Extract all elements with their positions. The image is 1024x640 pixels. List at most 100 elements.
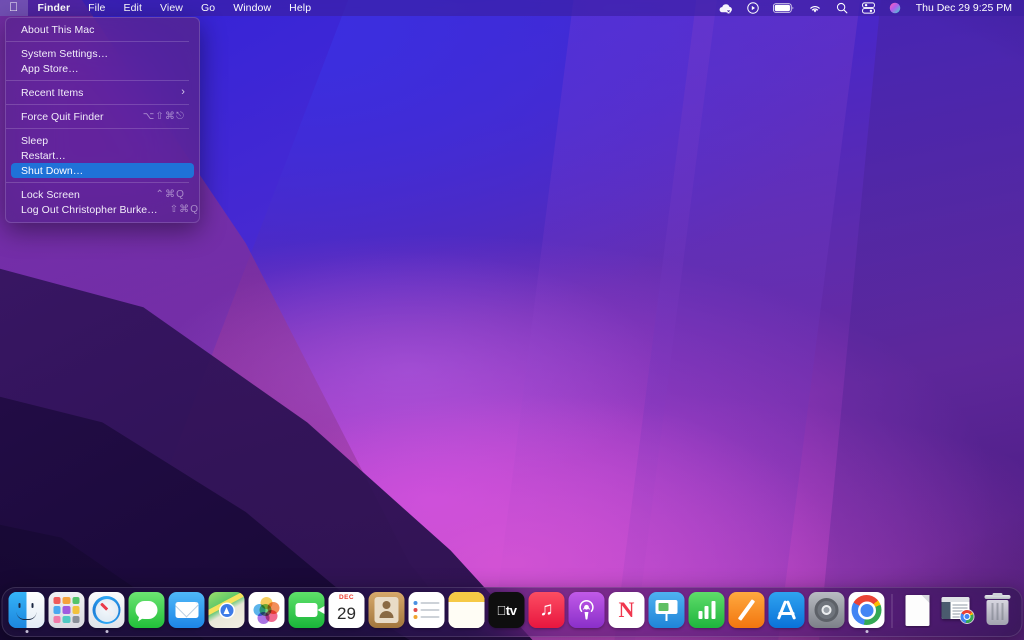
spotlight-search-icon[interactable] [829, 0, 855, 16]
running-indicator [465, 630, 468, 633]
reminders-icon [408, 592, 445, 628]
calendar-icon: DEC 29 [328, 592, 365, 628]
trash-icon [980, 592, 1016, 628]
menu-item-label: App Store… [21, 62, 79, 75]
calendar-month-label: DEC [328, 592, 365, 601]
running-indicator [745, 630, 748, 633]
dock-item-safari[interactable] [88, 592, 126, 633]
menu-file[interactable]: File [79, 0, 114, 16]
dock-item-downloads-stack[interactable] [939, 592, 977, 633]
dock-item-reminders[interactable] [408, 592, 446, 633]
dock-item-pages[interactable] [728, 592, 766, 633]
running-indicator [785, 630, 788, 633]
apple-tv-wordmark: tv [496, 602, 517, 618]
now-playing-icon[interactable] [740, 0, 766, 16]
menu-bar:  Finder File Edit View Go Window Help [0, 0, 1024, 16]
running-indicator [916, 630, 919, 633]
dock-item-podcasts[interactable] [568, 592, 606, 633]
menu-item-system-settings[interactable]: System Settings… [11, 46, 194, 61]
dock-item-chrome[interactable] [848, 592, 886, 633]
siri-icon[interactable] [882, 0, 908, 16]
dock-item-document-file[interactable] [899, 592, 937, 633]
dock-item-system-settings[interactable] [808, 592, 846, 633]
launchpad-icon [48, 592, 85, 628]
menu-window[interactable]: Window [224, 0, 280, 16]
running-indicator [665, 630, 668, 633]
safari-icon [88, 592, 125, 628]
dock-item-maps[interactable] [208, 592, 246, 633]
dock-item-keynote[interactable] [648, 592, 686, 633]
apple-menu-button[interactable]:  [0, 0, 29, 16]
menu-item-label: Shut Down… [21, 164, 84, 177]
running-indicator [545, 630, 548, 633]
menu-item-shortcut: ⌃⌘Q [155, 189, 185, 200]
dock-item-photos[interactable] [248, 592, 286, 633]
dock-item-tv[interactable]: tv [488, 592, 526, 633]
system-settings-icon [808, 592, 845, 628]
running-indicator [385, 630, 388, 633]
menu-item-restart[interactable]: Restart… [11, 148, 194, 163]
dock-item-contacts[interactable] [368, 592, 406, 633]
control-center-icon[interactable] [855, 0, 882, 16]
contacts-icon [368, 592, 405, 628]
calendar-day-label: 29 [337, 604, 356, 623]
menu-item-shut-down[interactable]: Shut Down… [11, 163, 194, 178]
numbers-icon [688, 592, 725, 628]
running-indicator [956, 630, 959, 633]
menu-separator [6, 182, 189, 183]
menu-item-label: Recent Items [21, 86, 84, 99]
dock-item-launchpad[interactable] [48, 592, 86, 633]
menu-separator [6, 128, 189, 129]
dock-item-mail[interactable] [168, 592, 206, 633]
mail-icon [168, 592, 205, 628]
running-indicator [425, 630, 428, 633]
menu-item-force-quit-finder[interactable]: Force Quit Finder ⌥⇧⌘⎋ [11, 109, 194, 124]
menu-bar-app-menus:  Finder File Edit View Go Window Help [0, 0, 320, 16]
downloads-stack-icon [940, 592, 976, 628]
dock-item-messages[interactable] [128, 592, 166, 633]
chevron-right-icon: › [181, 86, 185, 98]
dock-item-facetime[interactable] [288, 592, 326, 633]
menu-item-log-out[interactable]: Log Out Christopher Burke… ⇧⌘Q [11, 202, 198, 217]
dock-item-trash[interactable] [979, 592, 1017, 633]
menu-view[interactable]: View [151, 0, 192, 16]
running-indicator [25, 630, 28, 633]
cloud-offline-icon[interactable] [711, 0, 740, 16]
menu-item-lock-screen[interactable]: Lock Screen ⌃⌘Q [11, 187, 194, 202]
finder-icon [8, 592, 45, 628]
dock-item-notes[interactable] [448, 592, 486, 633]
menu-finder[interactable]: Finder [28, 0, 79, 16]
dock-item-news[interactable]: N [608, 592, 646, 633]
menu-item-app-store[interactable]: App Store… [11, 61, 194, 76]
podcasts-icon [568, 592, 605, 628]
running-indicator [705, 630, 708, 633]
maps-icon [208, 592, 245, 628]
menu-item-label: Restart… [21, 149, 66, 162]
dock-item-music[interactable]: ♫ [528, 592, 566, 633]
menu-item-sleep[interactable]: Sleep [11, 133, 194, 148]
menu-item-label: Lock Screen [21, 188, 80, 201]
wifi-icon[interactable] [801, 0, 829, 16]
music-icon: ♫ [528, 592, 565, 628]
menu-separator [6, 80, 189, 81]
notes-icon [448, 592, 485, 628]
dock-item-calendar[interactable]: DEC 29 [328, 592, 366, 633]
dock-item-numbers[interactable] [688, 592, 726, 633]
running-indicator [505, 630, 508, 633]
menu-bar-clock[interactable]: Thu Dec 29 9:25 PM [908, 2, 1016, 14]
battery-icon[interactable] [766, 0, 801, 16]
dock-item-finder[interactable] [8, 592, 46, 633]
dock-item-app-store[interactable] [768, 592, 806, 633]
menu-help[interactable]: Help [280, 0, 320, 16]
running-indicator [185, 630, 188, 633]
dock: DEC 29 tv ♫ [1, 587, 1023, 637]
apple-tv-icon: tv [488, 592, 525, 628]
menu-item-about-this-mac[interactable]: About This Mac [11, 22, 194, 37]
running-indicator [225, 630, 228, 633]
running-indicator [345, 630, 348, 633]
menu-edit[interactable]: Edit [115, 0, 152, 16]
menu-item-recent-items[interactable]: Recent Items › [11, 85, 194, 100]
running-indicator [825, 630, 828, 633]
menu-go[interactable]: Go [192, 0, 224, 16]
running-indicator [65, 630, 68, 633]
